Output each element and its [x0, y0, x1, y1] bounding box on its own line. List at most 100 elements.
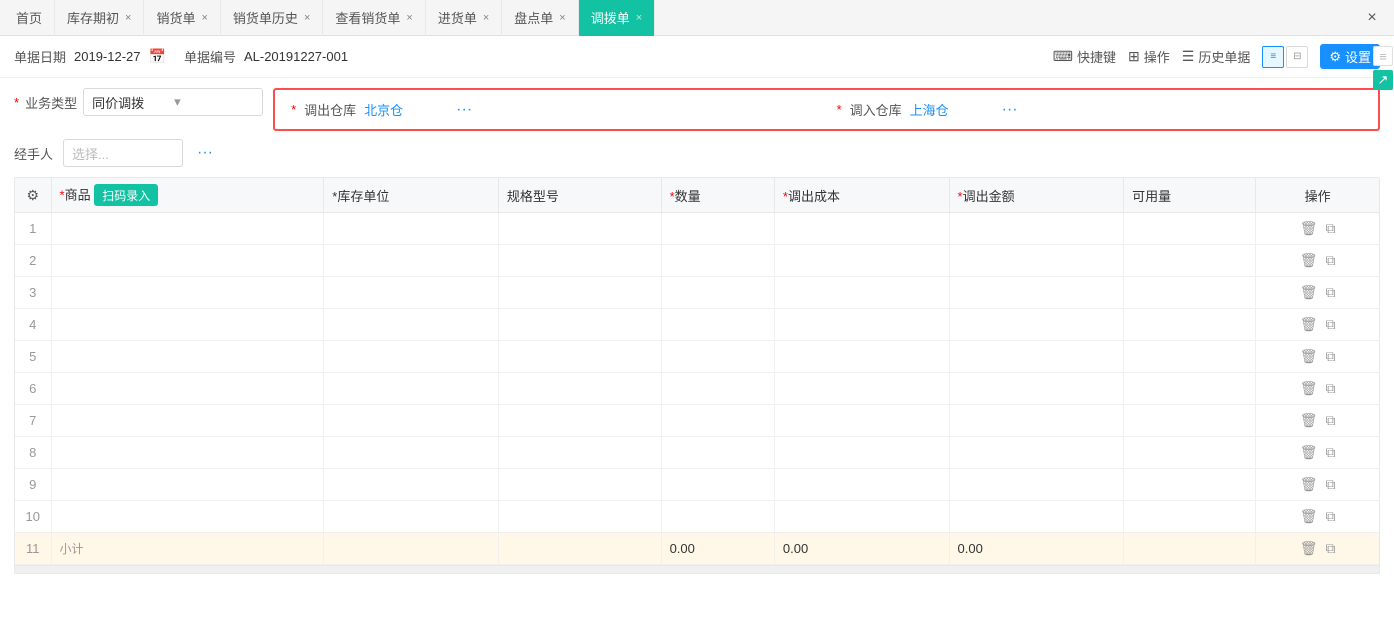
in-warehouse-ellipsis[interactable]: ···: [998, 101, 1022, 119]
tab-transfer[interactable]: 调拨单 ×: [579, 0, 655, 36]
cell-product[interactable]: [51, 469, 324, 501]
copy-icon[interactable]: ⧉: [1325, 444, 1335, 461]
delete-icon[interactable]: 🗑: [1300, 380, 1318, 397]
cell-unit[interactable]: [324, 437, 499, 469]
cell-cost[interactable]: [774, 341, 949, 373]
cell-available[interactable]: [1124, 501, 1256, 533]
tab-view-sales[interactable]: 查看销货单 ×: [323, 0, 425, 36]
delete-icon[interactable]: 🗑: [1300, 220, 1318, 237]
cell-available[interactable]: [1124, 469, 1256, 501]
layout-icon-2[interactable]: ⊟: [1286, 46, 1308, 68]
person-select[interactable]: 选择...: [63, 139, 183, 167]
sidebar-export-icon[interactable]: ↗: [1373, 70, 1393, 90]
cell-unit[interactable]: [324, 405, 499, 437]
cell-amount[interactable]: [949, 373, 1124, 405]
history-button[interactable]: ☰ 历史单据: [1182, 47, 1251, 66]
delete-icon[interactable]: 🗑: [1300, 252, 1318, 269]
cell-amount[interactable]: [949, 213, 1124, 245]
cell-cost[interactable]: [774, 405, 949, 437]
cell-qty[interactable]: [661, 469, 774, 501]
cell-product[interactable]: [51, 501, 324, 533]
cell-cost[interactable]: [774, 245, 949, 277]
cell-cost[interactable]: [774, 437, 949, 469]
cell-unit[interactable]: [324, 341, 499, 373]
cell-unit[interactable]: [324, 213, 499, 245]
copy-icon[interactable]: ⧉: [1325, 220, 1335, 237]
window-close-button[interactable]: ×: [1354, 0, 1390, 36]
cell-qty[interactable]: [661, 501, 774, 533]
cell-available[interactable]: [1124, 309, 1256, 341]
cell-cost[interactable]: [774, 469, 949, 501]
cell-spec[interactable]: [498, 309, 661, 341]
calendar-icon[interactable]: 📅: [149, 48, 166, 65]
tab-sales-order[interactable]: 销货单 ×: [144, 0, 220, 36]
layout-icon-1[interactable]: ≡: [1262, 46, 1284, 68]
sidebar-list-icon[interactable]: ≡: [1373, 46, 1393, 66]
tab-close-icon[interactable]: ×: [125, 12, 131, 24]
cell-amount[interactable]: [949, 277, 1124, 309]
cell-qty[interactable]: [661, 213, 774, 245]
cell-amount[interactable]: [949, 405, 1124, 437]
copy-icon[interactable]: ⧉: [1325, 380, 1335, 397]
shortcuts-button[interactable]: ⌨ 快捷键: [1053, 47, 1116, 66]
cell-qty[interactable]: [661, 341, 774, 373]
copy-icon[interactable]: ⧉: [1325, 252, 1335, 269]
delete-icon[interactable]: 🗑: [1300, 348, 1318, 365]
cell-cost[interactable]: [774, 501, 949, 533]
cell-qty[interactable]: [661, 309, 774, 341]
cell-spec[interactable]: [498, 437, 661, 469]
cell-available[interactable]: [1124, 373, 1256, 405]
cell-amount[interactable]: [949, 341, 1124, 373]
cell-unit[interactable]: [324, 245, 499, 277]
delete-icon[interactable]: 🗑: [1300, 508, 1318, 525]
tab-sales-history[interactable]: 销货单历史 ×: [221, 0, 323, 36]
cell-spec[interactable]: [498, 501, 661, 533]
cell-available[interactable]: [1124, 245, 1256, 277]
out-warehouse-ellipsis[interactable]: ···: [452, 101, 476, 119]
cell-unit[interactable]: [324, 373, 499, 405]
cell-spec[interactable]: [498, 405, 661, 437]
cell-spec[interactable]: [498, 469, 661, 501]
cell-spec[interactable]: [498, 341, 661, 373]
scan-button[interactable]: 扫码录入: [94, 184, 158, 206]
cell-available[interactable]: [1124, 405, 1256, 437]
cell-available[interactable]: [1124, 437, 1256, 469]
cell-product[interactable]: [51, 341, 324, 373]
tab-close-icon[interactable]: ×: [406, 12, 412, 24]
copy-icon[interactable]: ⧉: [1325, 412, 1335, 429]
tab-close-icon[interactable]: ×: [201, 12, 207, 24]
cell-available[interactable]: [1124, 277, 1256, 309]
tab-home[interactable]: 首页: [4, 0, 55, 36]
cell-spec[interactable]: [498, 245, 661, 277]
settings-icon[interactable]: ⚙: [26, 187, 39, 203]
copy-icon[interactable]: ⧉: [1325, 348, 1335, 365]
tab-close-icon[interactable]: ×: [304, 12, 310, 24]
cell-qty[interactable]: [661, 245, 774, 277]
cell-qty[interactable]: [661, 437, 774, 469]
copy-icon[interactable]: ⧉: [1325, 508, 1335, 525]
cell-product[interactable]: [51, 245, 324, 277]
horizontal-scrollbar[interactable]: [15, 565, 1379, 573]
cell-qty[interactable]: [661, 277, 774, 309]
cell-amount[interactable]: [949, 437, 1124, 469]
cell-unit[interactable]: [324, 309, 499, 341]
cell-product[interactable]: [51, 373, 324, 405]
tab-inventory-check[interactable]: 盘点单 ×: [502, 0, 578, 36]
delete-icon[interactable]: 🗑: [1300, 284, 1318, 301]
cell-spec[interactable]: [498, 373, 661, 405]
delete-icon[interactable]: 🗑: [1300, 316, 1318, 333]
copy-icon[interactable]: ⧉: [1325, 284, 1335, 301]
cell-qty[interactable]: [661, 373, 774, 405]
delete-icon[interactable]: 🗑: [1300, 476, 1318, 493]
cell-available[interactable]: [1124, 213, 1256, 245]
cell-product[interactable]: [51, 277, 324, 309]
cell-amount[interactable]: [949, 501, 1124, 533]
cell-unit[interactable]: [324, 469, 499, 501]
copy-icon[interactable]: ⧉: [1325, 540, 1335, 557]
cell-product[interactable]: [51, 405, 324, 437]
cell-cost[interactable]: [774, 309, 949, 341]
cell-amount[interactable]: [949, 309, 1124, 341]
delete-icon[interactable]: 🗑: [1300, 412, 1318, 429]
cell-amount[interactable]: [949, 245, 1124, 277]
delete-icon[interactable]: 🗑: [1300, 444, 1318, 461]
